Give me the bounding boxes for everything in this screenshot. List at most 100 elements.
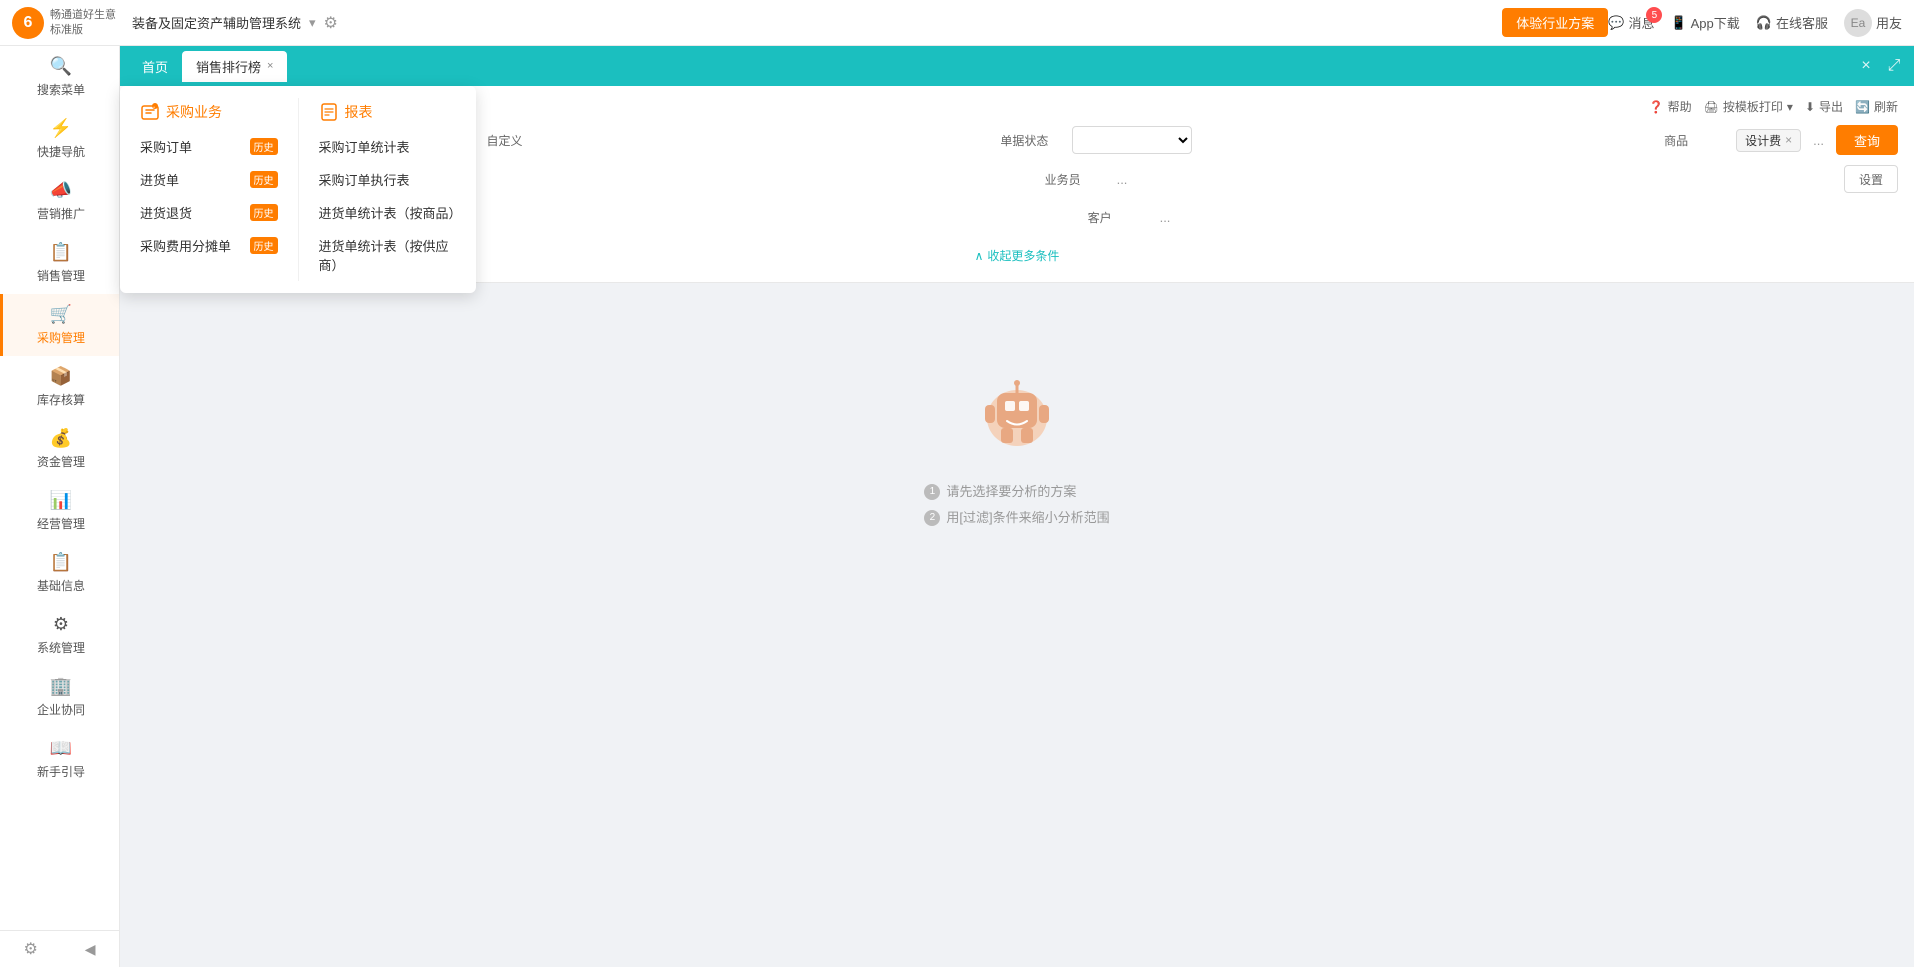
sidebar: 🔍 搜索菜单 ⚡ 快捷导航 📣 营销推广 📋 销售管理 🛒 采购管理 📦 库存核… [0,46,120,967]
query-btn[interactable]: 查询 [1836,125,1898,155]
enterprise-icon: 🏢 [50,676,72,697]
purchase-dropdown-menu: + 采购业务 采购订单 历史 进货单 历史 进货退货 历史 采购费用分摊单 历史 [120,86,476,293]
goods-ellipsis[interactable]: ... [1813,133,1824,148]
message-item[interactable]: 💬 消息 5 [1608,13,1654,32]
tab-sales-rank[interactable]: 销售排行榜 × [182,51,287,82]
topbar-title: 装备及固定资产辅助管理系统 ▾ ⚙ [132,13,1490,33]
dropdown-report-col: 报表 采购订单统计表 采购订单执行表 进货单统计表（按商品） 进货单统计表（按供… [298,98,477,281]
sidebar-item-inventory[interactable]: 📦 库存核算 [0,356,119,418]
history-badge-3: 历史 [250,237,278,254]
dropdown-report-header: 报表 [311,98,465,130]
phone-icon: 📱 [1670,15,1686,31]
system-icon: ⚙ [53,614,69,635]
dropdown-report-order-stat[interactable]: 采购订单统计表 [311,130,465,163]
tip-num-1: 1 [924,484,940,500]
lightning-icon: ⚡ [50,118,72,139]
logo-area: 6 畅通道好生意 标准版 [12,7,132,39]
dropdown-report-in-supplier[interactable]: 进货单统计表（按供应商） [311,229,465,281]
print-item[interactable]: 🖨 按模板打印 ▾ [1704,98,1793,115]
customer-ellipsis[interactable]: ... [1160,210,1171,225]
dropdown-purchase-return[interactable]: 进货退货 历史 [132,196,286,229]
sidebar-item-quick-nav[interactable]: ⚡ 快捷导航 [0,108,119,170]
megaphone-icon: 📣 [50,180,72,201]
online-service-item[interactable]: 🎧 在线客服 [1756,13,1828,32]
customer-label: 客户 [1088,209,1148,226]
inventory-icon: 📦 [50,366,72,387]
print-icon: 🖨 [1704,100,1719,114]
tab-expand-btn[interactable]: ⤢ [1882,54,1906,78]
tip-item-2: 2 用[过滤]条件来缩小分析范围 [924,505,1109,531]
collapse-arrow-icon: ∧ [975,249,984,263]
logo-text: 畅通道好生意 标准版 [50,8,116,37]
sidebar-item-marketing[interactable]: 📣 营销推广 [0,170,119,232]
settings-icon[interactable]: ⚙ [324,13,338,33]
history-badge-1: 历史 [250,171,278,188]
sidebar-collapse-icon[interactable]: ◀ [85,941,96,958]
tip-num-2: 2 [924,510,940,526]
sales-icon: 📋 [50,242,72,263]
history-badge-0: 历史 [250,138,278,155]
logo-icon: 6 [12,7,44,39]
help-icon: ❓ [1649,100,1664,114]
sidebar-bottom: ⚙ ◀ [0,930,119,967]
refresh-icon: 🔄 [1855,100,1870,114]
dropdown-purchase-cost[interactable]: 采购费用分摊单 历史 [132,229,286,262]
empty-state: 1 请先选择要分析的方案 2 用[过滤]条件来缩小分析范围 [120,283,1914,611]
print-dropdown-icon[interactable]: ▾ [1787,100,1793,114]
operation-icon: 📊 [50,490,72,511]
help-item[interactable]: ❓ 帮助 [1649,98,1692,115]
sidebar-menu: 🔍 搜索菜单 ⚡ 快捷导航 📣 营销推广 📋 销售管理 🛒 采购管理 📦 库存核… [0,46,119,930]
tab-bar-right: × ⤢ [1854,54,1906,78]
user-item[interactable]: Ea 用友 [1844,9,1902,37]
refresh-item[interactable]: 🔄 刷新 [1855,98,1898,115]
sidebar-item-sales[interactable]: 📋 销售管理 [0,232,119,294]
goods-label: 商品 [1664,132,1724,149]
salesman-ellipsis[interactable]: ... [1117,172,1128,187]
salesman-label: 业务员 [1045,171,1105,188]
goods-tag-remove[interactable]: × [1785,133,1792,147]
quick-custom-btn[interactable]: 自定义 [481,130,529,151]
sidebar-item-capital[interactable]: 💰 资金管理 [0,418,119,480]
sidebar-item-system[interactable]: ⚙ 系统管理 [0,604,119,666]
app-download-item[interactable]: 📱 App下载 [1670,13,1739,32]
history-badge-2: 历史 [250,204,278,221]
goods-tag: 设计费 × [1736,129,1801,152]
dropdown-purchase-in[interactable]: 进货单 历史 [132,163,286,196]
headset-icon: 🎧 [1756,15,1772,31]
dropdown-purchase-col: + 采购业务 采购订单 历史 进货单 历史 进货退货 历史 采购费用分摊单 历史 [120,98,298,281]
sidebar-settings-icon[interactable]: ⚙ [23,939,37,959]
export-icon: ⬇ [1805,100,1815,114]
dropdown-purchase-header: + 采购业务 [132,98,286,130]
doc-status-select[interactable] [1072,126,1192,154]
tab-close-btn[interactable]: × [1854,54,1878,78]
empty-icon [967,363,1067,463]
message-badge: 5 [1646,7,1662,23]
doc-status-label: 单据状态 [1000,132,1060,149]
basic-icon: 📋 [50,552,72,573]
topbar: 6 畅通道好生意 标准版 装备及固定资产辅助管理系统 ▾ ⚙ 体验行业方案 💬 … [0,0,1914,46]
sidebar-item-enterprise[interactable]: 🏢 企业协同 [0,666,119,728]
tip-item-1: 1 请先选择要分析的方案 [924,479,1109,505]
avatar: Ea [1844,9,1872,37]
sidebar-item-search[interactable]: 🔍 搜索菜单 [0,46,119,108]
search-icon: 🔍 [50,56,72,77]
sidebar-item-basic[interactable]: 📋 基础信息 [0,542,119,604]
system-title: 装备及固定资产辅助管理系统 [132,13,301,32]
tab-close-icon[interactable]: × [267,60,273,72]
dropdown-report-order-exec[interactable]: 采购订单执行表 [311,163,465,196]
industry-btn[interactable]: 体验行业方案 [1502,8,1608,37]
dropdown-arrow-icon[interactable]: ▾ [309,15,316,31]
sidebar-item-guide[interactable]: 📖 新手引导 [0,728,119,790]
empty-tips: 1 请先选择要分析的方案 2 用[过滤]条件来缩小分析范围 [924,479,1109,531]
tab-home[interactable]: 首页 [128,51,182,82]
capital-icon: 💰 [50,428,72,449]
dropdown-purchase-order[interactable]: 采购订单 历史 [132,130,286,163]
message-icon: 💬 [1608,15,1624,31]
export-item[interactable]: ⬇ 导出 [1805,98,1843,115]
purchase-icon: 🛒 [50,304,72,325]
dropdown-report-in-goods[interactable]: 进货单统计表（按商品） [311,196,465,229]
sidebar-item-purchase[interactable]: 🛒 采购管理 [0,294,119,356]
purchase-header-icon: + [140,102,160,122]
sidebar-item-operation[interactable]: 📊 经营管理 [0,480,119,542]
setting-btn[interactable]: 设置 [1844,165,1898,193]
